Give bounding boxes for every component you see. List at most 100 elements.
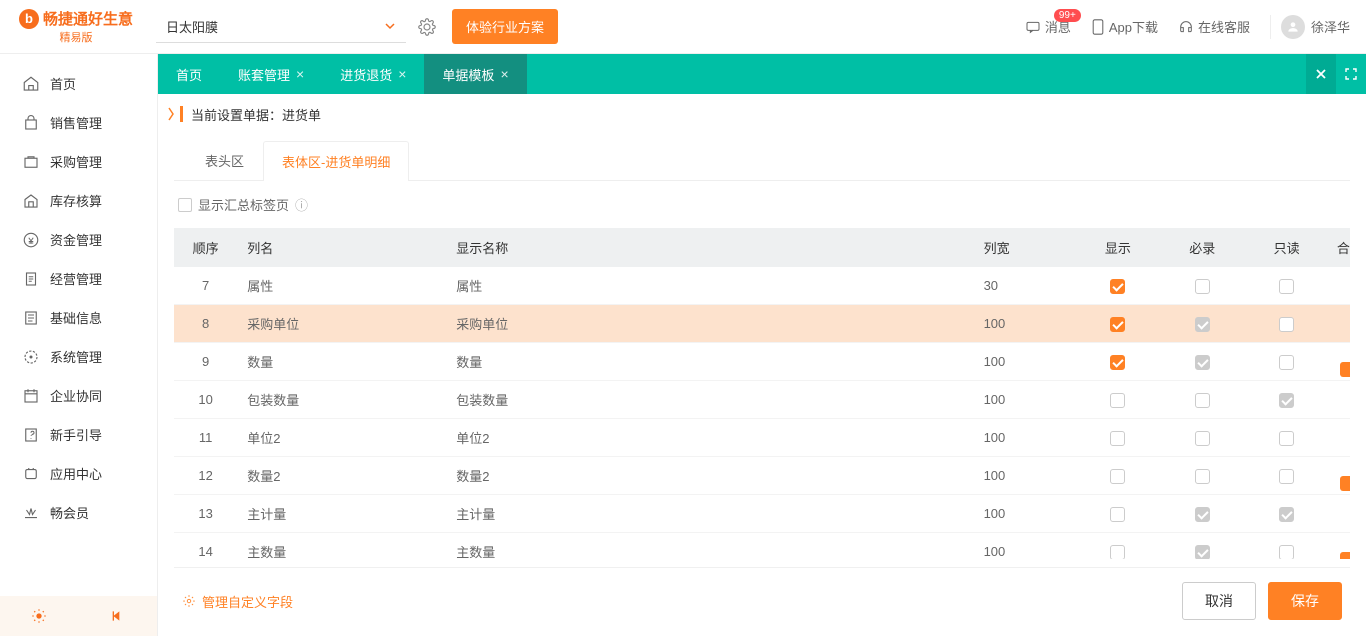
cell-width[interactable]: 100 bbox=[976, 381, 1076, 419]
tabs-close-all[interactable] bbox=[1306, 54, 1336, 94]
checkbox[interactable] bbox=[1279, 355, 1294, 370]
inner-tab-0[interactable]: 表头区 bbox=[186, 140, 263, 180]
cell-display[interactable]: 采购单位 bbox=[448, 305, 975, 343]
sidebar-item-11[interactable]: 畅会员 bbox=[0, 493, 157, 532]
app-download-button[interactable]: App下载 bbox=[1091, 17, 1158, 36]
cell-required bbox=[1160, 533, 1244, 559]
checkbox[interactable] bbox=[1279, 431, 1294, 446]
checkbox[interactable] bbox=[1195, 431, 1210, 446]
sidebar-item-label: 库存核算 bbox=[50, 191, 102, 210]
sidebar-item-5[interactable]: 经营管理 bbox=[0, 259, 157, 298]
checkbox[interactable] bbox=[1110, 393, 1125, 408]
checkbox[interactable] bbox=[1279, 279, 1294, 294]
cell-display[interactable]: 单位2 bbox=[448, 419, 975, 457]
tabs-fullscreen[interactable] bbox=[1336, 54, 1366, 94]
checkbox[interactable] bbox=[1279, 317, 1294, 332]
drag-handle-icon[interactable] bbox=[162, 105, 180, 123]
checkbox[interactable] bbox=[1195, 469, 1210, 484]
cell-width[interactable]: 100 bbox=[976, 305, 1076, 343]
cell-name: 数量 bbox=[237, 343, 448, 381]
checkbox[interactable] bbox=[1110, 279, 1125, 294]
table-row[interactable]: 12 数量2 数量2 100 bbox=[174, 457, 1350, 495]
cell-last bbox=[1329, 419, 1350, 457]
sidebar-collapse-icon[interactable] bbox=[110, 608, 126, 624]
cell-display[interactable]: 数量2 bbox=[448, 457, 975, 495]
guide-icon bbox=[22, 426, 40, 444]
sidebar-item-0[interactable]: 首页 bbox=[0, 64, 157, 103]
summary-checkbox[interactable] bbox=[178, 198, 192, 212]
cell-width[interactable]: 30 bbox=[976, 267, 1076, 305]
table-row[interactable]: 11 单位2 单位2 100 bbox=[174, 419, 1350, 457]
cell-width[interactable]: 100 bbox=[976, 495, 1076, 533]
checkbox[interactable] bbox=[1195, 393, 1210, 408]
cell-width[interactable]: 100 bbox=[976, 457, 1076, 495]
sidebar-item-7[interactable]: 系统管理 bbox=[0, 337, 157, 376]
cell-last bbox=[1329, 305, 1350, 343]
manage-custom-fields-link[interactable]: 管理自定义字段 bbox=[182, 592, 293, 611]
sidebar-item-2[interactable]: 采购管理 bbox=[0, 142, 157, 181]
table-row[interactable]: 13 主计量 主计量 100 bbox=[174, 495, 1350, 533]
cell-width[interactable]: 100 bbox=[976, 533, 1076, 559]
checkbox[interactable] bbox=[1195, 279, 1210, 294]
close-icon[interactable]: × bbox=[398, 66, 406, 82]
sidebar-settings-icon[interactable] bbox=[31, 608, 47, 624]
cell-display[interactable]: 主数量 bbox=[448, 533, 975, 559]
cart-icon bbox=[22, 153, 40, 171]
tab-2[interactable]: 进货退货× bbox=[322, 54, 424, 94]
table-row[interactable]: 9 数量 数量 100 bbox=[174, 343, 1350, 381]
cell-name: 主数量 bbox=[237, 533, 448, 559]
cell-last bbox=[1329, 267, 1350, 305]
sidebar-item-1[interactable]: 销售管理 bbox=[0, 103, 157, 142]
customer-service-button[interactable]: 在线客服 bbox=[1178, 17, 1250, 36]
table-row[interactable]: 8 采购单位 采购单位 100 bbox=[174, 305, 1350, 343]
trial-button[interactable]: 体验行业方案 bbox=[452, 9, 558, 44]
table-row[interactable]: 14 主数量 主数量 100 bbox=[174, 533, 1350, 559]
checkbox[interactable] bbox=[1110, 469, 1125, 484]
messages-icon bbox=[1025, 19, 1041, 35]
cell-name: 数量2 bbox=[237, 457, 448, 495]
checkbox bbox=[1279, 507, 1294, 522]
checkbox[interactable] bbox=[1110, 545, 1125, 559]
chevron-down-icon bbox=[384, 20, 396, 32]
messages-button[interactable]: 消息 99+ bbox=[1025, 17, 1071, 36]
sidebar-item-10[interactable]: 应用中心 bbox=[0, 454, 157, 493]
checkbox[interactable] bbox=[1110, 355, 1125, 370]
close-icon[interactable]: × bbox=[500, 66, 508, 82]
shopping-icon bbox=[22, 114, 40, 132]
save-button[interactable]: 保存 bbox=[1268, 582, 1342, 620]
tab-3[interactable]: 单据模板× bbox=[424, 54, 526, 94]
checkbox[interactable] bbox=[1279, 469, 1294, 484]
cell-width[interactable]: 100 bbox=[976, 343, 1076, 381]
cell-show bbox=[1076, 419, 1160, 457]
inner-tab-1[interactable]: 表体区-进货单明细 bbox=[263, 141, 409, 181]
checkbox[interactable] bbox=[1110, 431, 1125, 446]
cell-show bbox=[1076, 343, 1160, 381]
cell-seq: 12 bbox=[174, 457, 237, 495]
overflow-indicator bbox=[1340, 476, 1350, 491]
cell-display[interactable]: 主计量 bbox=[448, 495, 975, 533]
org-selector[interactable]: 日太阳膜 bbox=[156, 11, 406, 43]
messages-badge: 99+ bbox=[1054, 9, 1081, 22]
brand-logo: b 畅捷通好生意 精易版 bbox=[16, 8, 136, 45]
checkbox[interactable] bbox=[1110, 317, 1125, 332]
sidebar-item-6[interactable]: 基础信息 bbox=[0, 298, 157, 337]
sidebar-item-3[interactable]: 库存核算 bbox=[0, 181, 157, 220]
help-icon[interactable]: ⓘ bbox=[295, 195, 308, 214]
tab-1[interactable]: 账套管理× bbox=[220, 54, 322, 94]
cancel-button[interactable]: 取消 bbox=[1182, 582, 1256, 620]
gear-icon[interactable] bbox=[418, 18, 436, 36]
tab-0[interactable]: 首页 bbox=[158, 54, 220, 94]
user-menu[interactable]: 徐泽华 bbox=[1270, 15, 1350, 39]
cell-display[interactable]: 属性 bbox=[448, 267, 975, 305]
sidebar-item-4[interactable]: 资金管理 bbox=[0, 220, 157, 259]
sidebar-item-9[interactable]: 新手引导 bbox=[0, 415, 157, 454]
close-icon[interactable]: × bbox=[296, 66, 304, 82]
checkbox[interactable] bbox=[1279, 545, 1294, 559]
cell-width[interactable]: 100 bbox=[976, 419, 1076, 457]
table-row[interactable]: 7 属性 属性 30 bbox=[174, 267, 1350, 305]
sidebar-item-8[interactable]: 企业协同 bbox=[0, 376, 157, 415]
cell-display[interactable]: 数量 bbox=[448, 343, 975, 381]
table-row[interactable]: 10 包装数量 包装数量 100 bbox=[174, 381, 1350, 419]
cell-display[interactable]: 包装数量 bbox=[448, 381, 975, 419]
checkbox[interactable] bbox=[1110, 507, 1125, 522]
